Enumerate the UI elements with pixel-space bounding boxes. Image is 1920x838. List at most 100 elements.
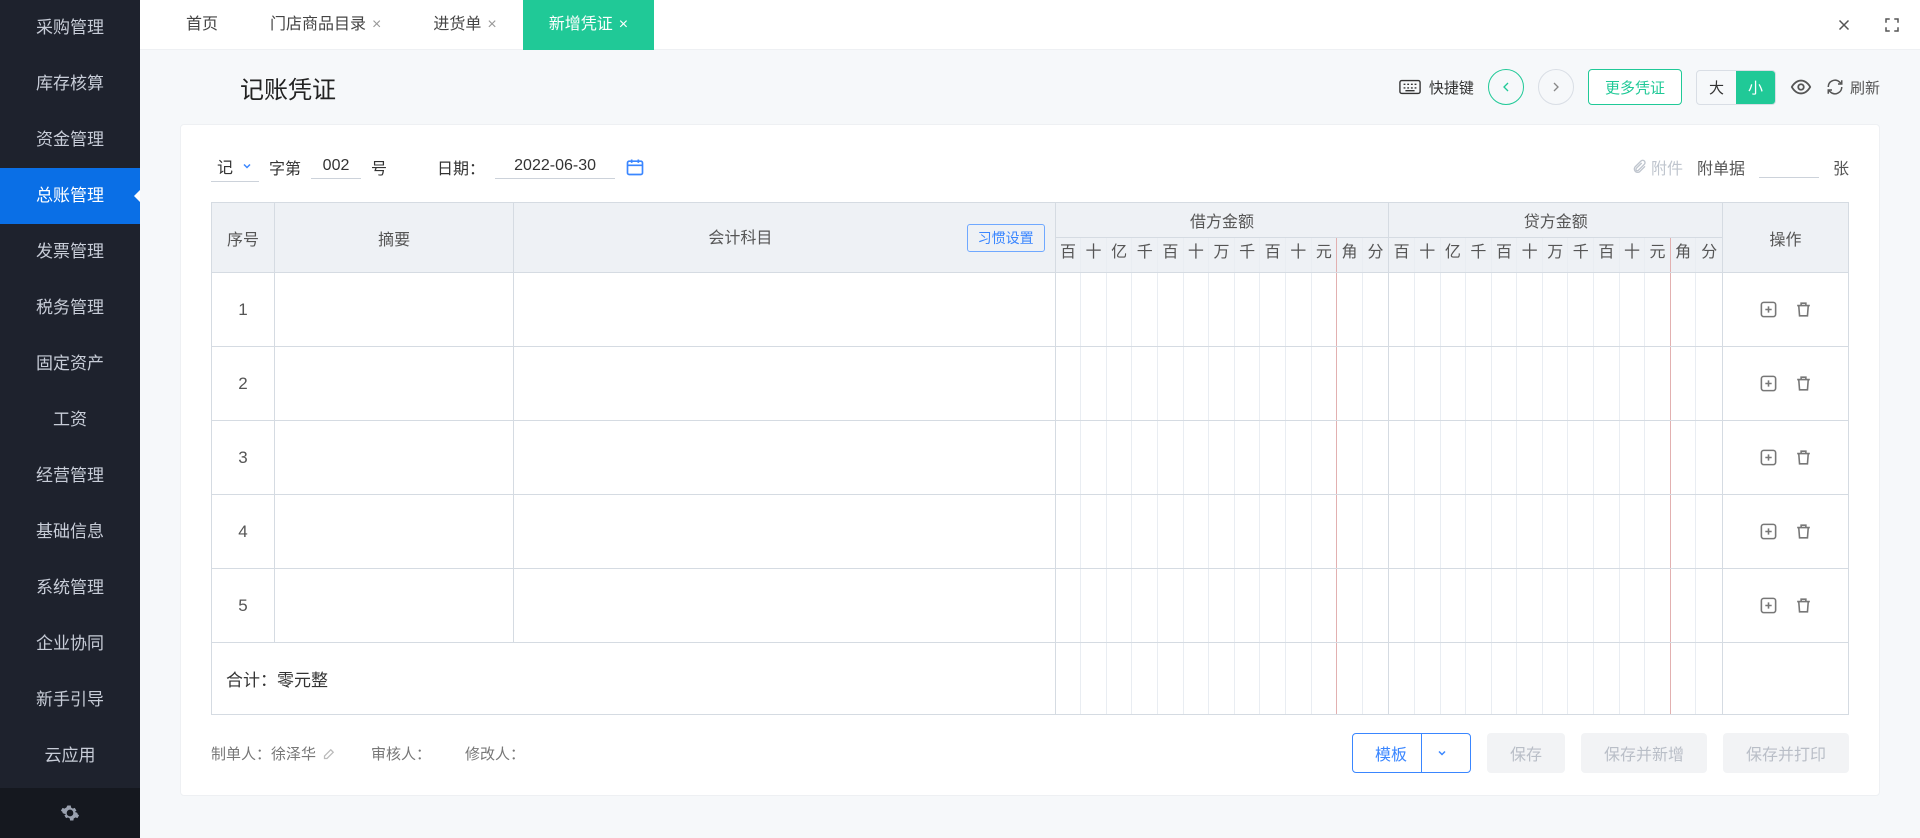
col-op: 操作	[1723, 203, 1849, 273]
sidebar-item-5[interactable]: 税务管理	[0, 280, 140, 336]
summary-cell[interactable]	[274, 347, 513, 421]
credit-cell[interactable]	[1389, 273, 1723, 347]
add-row-icon[interactable]	[1759, 300, 1778, 319]
save-button[interactable]: 保存	[1487, 733, 1565, 773]
tab-0[interactable]: 首页	[160, 0, 244, 50]
debit-cell[interactable]	[1055, 347, 1389, 421]
credit-cell[interactable]	[1389, 347, 1723, 421]
sidebar-settings[interactable]	[0, 788, 140, 838]
debit-cell[interactable]	[1055, 569, 1389, 643]
sidebar-item-8[interactable]: 经营管理	[0, 448, 140, 504]
attach-count-input[interactable]	[1759, 156, 1819, 178]
debit-cell[interactable]	[1055, 495, 1389, 569]
size-toggle: 大 小	[1696, 70, 1776, 105]
calendar-icon[interactable]	[625, 157, 645, 177]
credit-cell[interactable]	[1389, 569, 1723, 643]
add-row-icon[interactable]	[1759, 522, 1778, 541]
tab-1[interactable]: 门店商品目录×	[244, 0, 407, 50]
delete-row-icon[interactable]	[1794, 374, 1813, 393]
total-row: 合计：零元整	[212, 643, 1849, 715]
page-content: 记账凭证 快捷键 更多凭证 大 小 刷新	[140, 50, 1920, 838]
credit-cell[interactable]	[1389, 421, 1723, 495]
delete-row-icon[interactable]	[1794, 448, 1813, 467]
maker-label: 制单人：徐泽华	[211, 743, 337, 764]
delete-row-icon[interactable]	[1794, 300, 1813, 319]
table-row: 1	[212, 273, 1849, 347]
voucher-type-select[interactable]: 记	[211, 151, 259, 182]
col-index: 序号	[212, 203, 275, 273]
habit-settings-button[interactable]: 习惯设置	[967, 224, 1045, 252]
more-vouchers-button[interactable]: 更多凭证	[1588, 69, 1682, 105]
subject-cell[interactable]	[514, 421, 1055, 495]
tab-close-icon[interactable]: ×	[487, 16, 496, 33]
tab-bar: 首页门店商品目录×进货单×新增凭证×	[140, 0, 1920, 50]
sidebar-item-2[interactable]: 资金管理	[0, 112, 140, 168]
tab-close-icon[interactable]: ×	[372, 16, 381, 33]
col-subject: 会计科目 习惯设置	[514, 203, 1055, 273]
tab-2[interactable]: 进货单×	[407, 0, 522, 50]
summary-cell[interactable]	[274, 421, 513, 495]
debit-cell[interactable]	[1055, 273, 1389, 347]
col-summary: 摘要	[274, 203, 513, 273]
sidebar-item-0[interactable]: 采购管理	[0, 0, 140, 56]
sidebar-item-11[interactable]: 企业协同	[0, 616, 140, 672]
summary-cell[interactable]	[274, 495, 513, 569]
sidebar-item-10[interactable]: 系统管理	[0, 560, 140, 616]
paperclip-icon	[1631, 159, 1647, 175]
subject-cell[interactable]	[514, 495, 1055, 569]
credit-cell[interactable]	[1389, 495, 1723, 569]
size-big[interactable]: 大	[1697, 71, 1736, 104]
table-row: 5	[212, 569, 1849, 643]
add-row-icon[interactable]	[1759, 448, 1778, 467]
refresh-button[interactable]: 刷新	[1826, 77, 1880, 98]
edit-icon[interactable]	[322, 746, 337, 761]
delete-row-icon[interactable]	[1794, 522, 1813, 541]
next-voucher-button[interactable]	[1538, 69, 1574, 105]
voucher-date-input[interactable]: 2022-06-30	[495, 154, 615, 179]
subject-cell[interactable]	[514, 273, 1055, 347]
subject-cell[interactable]	[514, 347, 1055, 421]
preview-button[interactable]	[1790, 76, 1812, 98]
tab-close-icon[interactable]: ×	[619, 16, 628, 33]
col-credit: 贷方金额	[1389, 203, 1723, 238]
sidebar-item-12[interactable]: 新手引导	[0, 672, 140, 728]
fullscreen-button[interactable]	[1874, 7, 1910, 43]
sidebar: 采购管理库存核算资金管理总账管理发票管理税务管理固定资产工资经营管理基础信息系统…	[0, 0, 140, 838]
sidebar-item-9[interactable]: 基础信息	[0, 504, 140, 560]
col-debit: 借方金额	[1055, 203, 1389, 238]
tab-3[interactable]: 新增凭证×	[523, 0, 654, 50]
table-row: 2	[212, 347, 1849, 421]
sidebar-item-7[interactable]: 工资	[0, 392, 140, 448]
main-area: 首页门店商品目录×进货单×新增凭证× 记账凭证 快捷键 更多凭证 大 小	[140, 0, 1920, 838]
attachment-button[interactable]: 附件	[1631, 155, 1683, 179]
add-row-icon[interactable]	[1759, 374, 1778, 393]
size-small[interactable]: 小	[1736, 71, 1775, 104]
shortcut-hint[interactable]: 快捷键	[1399, 77, 1474, 98]
gear-icon	[60, 803, 80, 823]
page-title: 记账凭证	[240, 70, 336, 105]
refresh-icon	[1826, 78, 1844, 96]
chevron-down-icon	[1436, 747, 1448, 759]
voucher-table: 序号 摘要 会计科目 习惯设置 借方金额 贷方金额 操作 百十亿千百十万千百十元…	[211, 202, 1849, 715]
debit-cell[interactable]	[1055, 421, 1389, 495]
save-and-new-button[interactable]: 保存并新增	[1581, 733, 1707, 773]
table-row: 4	[212, 495, 1849, 569]
sidebar-item-1[interactable]: 库存核算	[0, 56, 140, 112]
add-row-icon[interactable]	[1759, 596, 1778, 615]
summary-cell[interactable]	[274, 273, 513, 347]
sidebar-item-6[interactable]: 固定资产	[0, 336, 140, 392]
close-tab-button[interactable]	[1826, 7, 1862, 43]
template-button[interactable]: 模板	[1352, 733, 1471, 773]
delete-row-icon[interactable]	[1794, 596, 1813, 615]
prev-voucher-button[interactable]	[1488, 69, 1524, 105]
keyboard-icon	[1399, 79, 1421, 95]
voucher-number-input[interactable]: 002	[311, 154, 361, 179]
chevron-down-icon	[241, 160, 253, 172]
sidebar-item-3[interactable]: 总账管理	[0, 168, 140, 224]
save-and-print-button[interactable]: 保存并打印	[1723, 733, 1849, 773]
sidebar-item-13[interactable]: 云应用	[0, 728, 140, 784]
table-row: 3	[212, 421, 1849, 495]
subject-cell[interactable]	[514, 569, 1055, 643]
summary-cell[interactable]	[274, 569, 513, 643]
sidebar-item-4[interactable]: 发票管理	[0, 224, 140, 280]
